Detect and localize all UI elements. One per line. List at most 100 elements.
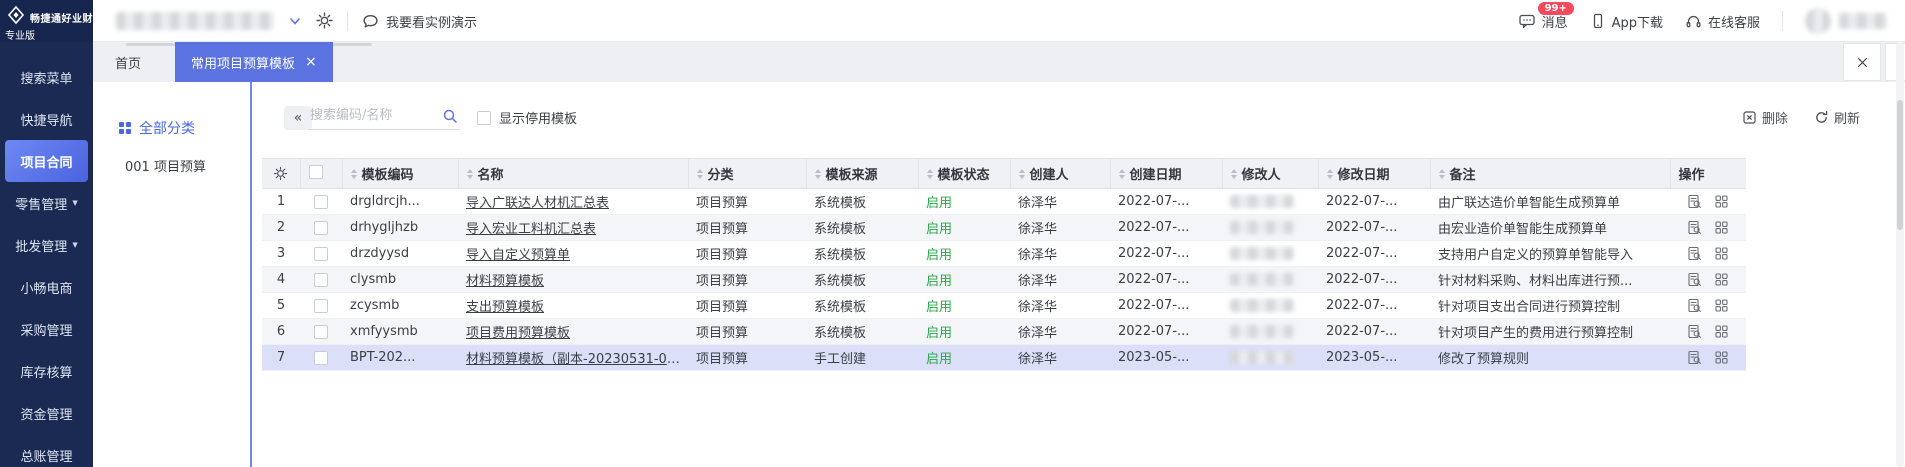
column-header[interactable]: 模板状态 <box>918 158 1011 189</box>
row-checkbox[interactable] <box>314 194 328 209</box>
row-checkbox[interactable] <box>314 246 328 261</box>
template-name-link[interactable]: 导入宏业工料机汇总表 <box>466 222 596 237</box>
sidebar-item[interactable]: 资金管理 ▼ <box>5 392 88 434</box>
column-header[interactable]: 名称 <box>458 158 689 189</box>
sort-arrows-icon[interactable] <box>1118 168 1125 179</box>
template-name-link[interactable]: 导入自定义预算单 <box>466 248 570 263</box>
tab-close-icon[interactable]: × <box>305 55 317 69</box>
four-squares-icon[interactable] <box>1714 324 1729 339</box>
preview-icon[interactable] <box>1687 272 1702 287</box>
select-all-header[interactable] <box>300 158 343 189</box>
category-panel: 全部分类 001 项目预算 <box>93 82 250 467</box>
refresh-button[interactable]: 刷新 <box>1814 108 1860 127</box>
sort-arrows-icon[interactable] <box>814 168 821 179</box>
sidebar-item[interactable]: 项目合同 ▼ <box>5 140 88 182</box>
sidebar-item[interactable]: 批发管理 ▼ <box>5 224 88 266</box>
column-settings-header[interactable] <box>262 158 301 189</box>
row-checkbox[interactable] <box>314 324 328 339</box>
column-header[interactable]: 修改日期 <box>1318 158 1431 189</box>
row-checkbox[interactable] <box>314 220 328 235</box>
category-item[interactable]: 001 项目预算 <box>125 156 206 175</box>
template-name-link[interactable]: 导入广联达人材机汇总表 <box>466 196 609 211</box>
preview-icon[interactable] <box>1687 350 1702 365</box>
column-header[interactable]: 备注 <box>1430 158 1671 189</box>
table-row[interactable]: 4 clysmb 材料预算模板 项目预算 系统模板 启用 徐泽华 2022-07… <box>262 266 1746 293</box>
support-button[interactable]: 在线客服 <box>1685 12 1760 31</box>
preview-icon[interactable] <box>1687 298 1702 313</box>
table-row[interactable]: 1 drgldrcjh... 导入广联达人材机汇总表 项目预算 系统模板 启用 … <box>262 188 1746 215</box>
table-row[interactable]: 5 zcysmb 支出预算模板 项目预算 系统模板 启用 徐泽华 2022-07… <box>262 292 1746 319</box>
four-squares-icon[interactable] <box>1714 194 1729 209</box>
vertical-scrollbar[interactable] <box>1896 42 1904 467</box>
column-header[interactable]: 操作 <box>1670 158 1746 189</box>
column-header[interactable]: 分类 <box>688 158 807 189</box>
table-row[interactable]: 7 BPT-202... 材料预算模板（副本-20230531-001） 项目预… <box>262 344 1746 371</box>
select-all-checkbox[interactable] <box>308 164 323 179</box>
sort-arrows-icon[interactable] <box>466 168 473 179</box>
sort-arrows-icon[interactable] <box>350 168 357 179</box>
sort-arrows-icon[interactable] <box>1438 168 1445 179</box>
sort-arrows-icon[interactable] <box>1018 168 1025 179</box>
sort-arrows-icon[interactable] <box>1230 168 1237 179</box>
four-squares-icon[interactable] <box>1714 246 1729 261</box>
user-account[interactable] <box>1805 8 1887 34</box>
sidebar-item[interactable]: 库存核算 ▼ <box>5 350 88 392</box>
tab-home[interactable]: 首页 <box>105 42 151 82</box>
four-squares-icon[interactable] <box>1714 220 1729 235</box>
delete-button[interactable]: 删除 <box>1742 108 1788 127</box>
sort-arrows-icon[interactable] <box>1326 168 1333 179</box>
close-view-button[interactable] <box>1843 43 1881 81</box>
four-squares-icon[interactable] <box>1714 350 1729 365</box>
show-disabled-toggle[interactable]: 显示停用模板 <box>477 108 577 127</box>
table-row[interactable]: 3 drzdyysd 导入自定义预算单 项目预算 系统模板 启用 徐泽华 202… <box>262 240 1746 267</box>
sidebar-item[interactable]: 采购管理 ▼ <box>5 308 88 350</box>
search-icon[interactable] <box>442 108 458 124</box>
template-name-link[interactable]: 支出预算模板 <box>466 300 544 315</box>
app-download-button[interactable]: App下载 <box>1590 12 1663 31</box>
gear-icon[interactable] <box>316 12 333 29</box>
sort-arrows-icon[interactable] <box>926 168 933 179</box>
sidebar-item[interactable]: 零售管理 ▼ <box>5 182 88 224</box>
four-squares-icon[interactable] <box>1714 272 1729 287</box>
messages-button[interactable]: 消息 99+ <box>1518 1 1574 31</box>
modified-date-cell: 2023-05-... <box>1318 344 1430 371</box>
sidebar-item[interactable]: 小畅电商 ▼ <box>5 266 88 308</box>
template-name-link[interactable]: 材料预算模板 <box>466 274 544 289</box>
row-checkbox[interactable] <box>314 272 328 287</box>
column-label: 修改日期 <box>1337 168 1390 183</box>
org-selector-redacted[interactable] <box>116 12 274 30</box>
chevron-down-icon[interactable] <box>288 14 302 28</box>
search-input[interactable] <box>308 104 460 130</box>
four-squares-icon[interactable] <box>1714 298 1729 313</box>
show-disabled-checkbox[interactable] <box>477 110 491 125</box>
preview-icon[interactable] <box>1687 324 1702 339</box>
template-name-link[interactable]: 项目费用预算模板 <box>466 326 570 341</box>
row-checkbox[interactable] <box>314 298 328 313</box>
table-row[interactable]: 6 xmfyysmb 项目费用预算模板 项目预算 系统模板 启用 徐泽华 202… <box>262 318 1746 345</box>
top-bar: 畅捷通好业财 专业版 我要看实例演示 消息 99+ App下载 在线客服 <box>0 0 1905 42</box>
demo-link[interactable]: 我要看实例演示 <box>362 0 477 42</box>
column-header[interactable]: 创建日期 <box>1110 158 1223 189</box>
gear-icon[interactable] <box>273 166 288 181</box>
topbar-right-group: 消息 99+ App下载 在线客服 <box>1518 0 1887 42</box>
status-badge: 启用 <box>926 248 953 263</box>
column-header[interactable]: 模板编码 <box>342 158 459 189</box>
template-name-link[interactable]: 材料预算模板（副本-20230531-001） <box>466 352 688 367</box>
modified-date-cell: 2022-07-... <box>1318 318 1430 345</box>
sort-arrows-icon[interactable] <box>696 168 703 179</box>
column-header[interactable]: 修改人 <box>1222 158 1319 189</box>
sidebar-item[interactable]: 总账管理 ▼ <box>5 434 88 467</box>
preview-icon[interactable] <box>1687 194 1702 209</box>
tab-active[interactable]: 常用项目预算模板 × <box>175 42 333 82</box>
row-checkbox[interactable] <box>314 350 328 365</box>
smartphone-icon <box>1593 13 1602 29</box>
preview-icon[interactable] <box>1687 246 1702 261</box>
category-all-link[interactable]: 全部分类 <box>119 118 195 138</box>
sidebar-item[interactable]: 快捷导航 ▼ <box>5 98 88 140</box>
preview-icon[interactable] <box>1687 220 1702 235</box>
table-row[interactable]: 2 drhygljhzb 导入宏业工料机汇总表 项目预算 系统模板 启用 徐泽华… <box>262 214 1746 241</box>
column-header[interactable]: 创建人 <box>1010 158 1111 189</box>
column-header[interactable]: 模板来源 <box>806 158 919 189</box>
sidebar-item[interactable]: 搜索菜单 ▼ <box>5 56 88 98</box>
scrollbar-thumb[interactable] <box>1897 100 1903 230</box>
